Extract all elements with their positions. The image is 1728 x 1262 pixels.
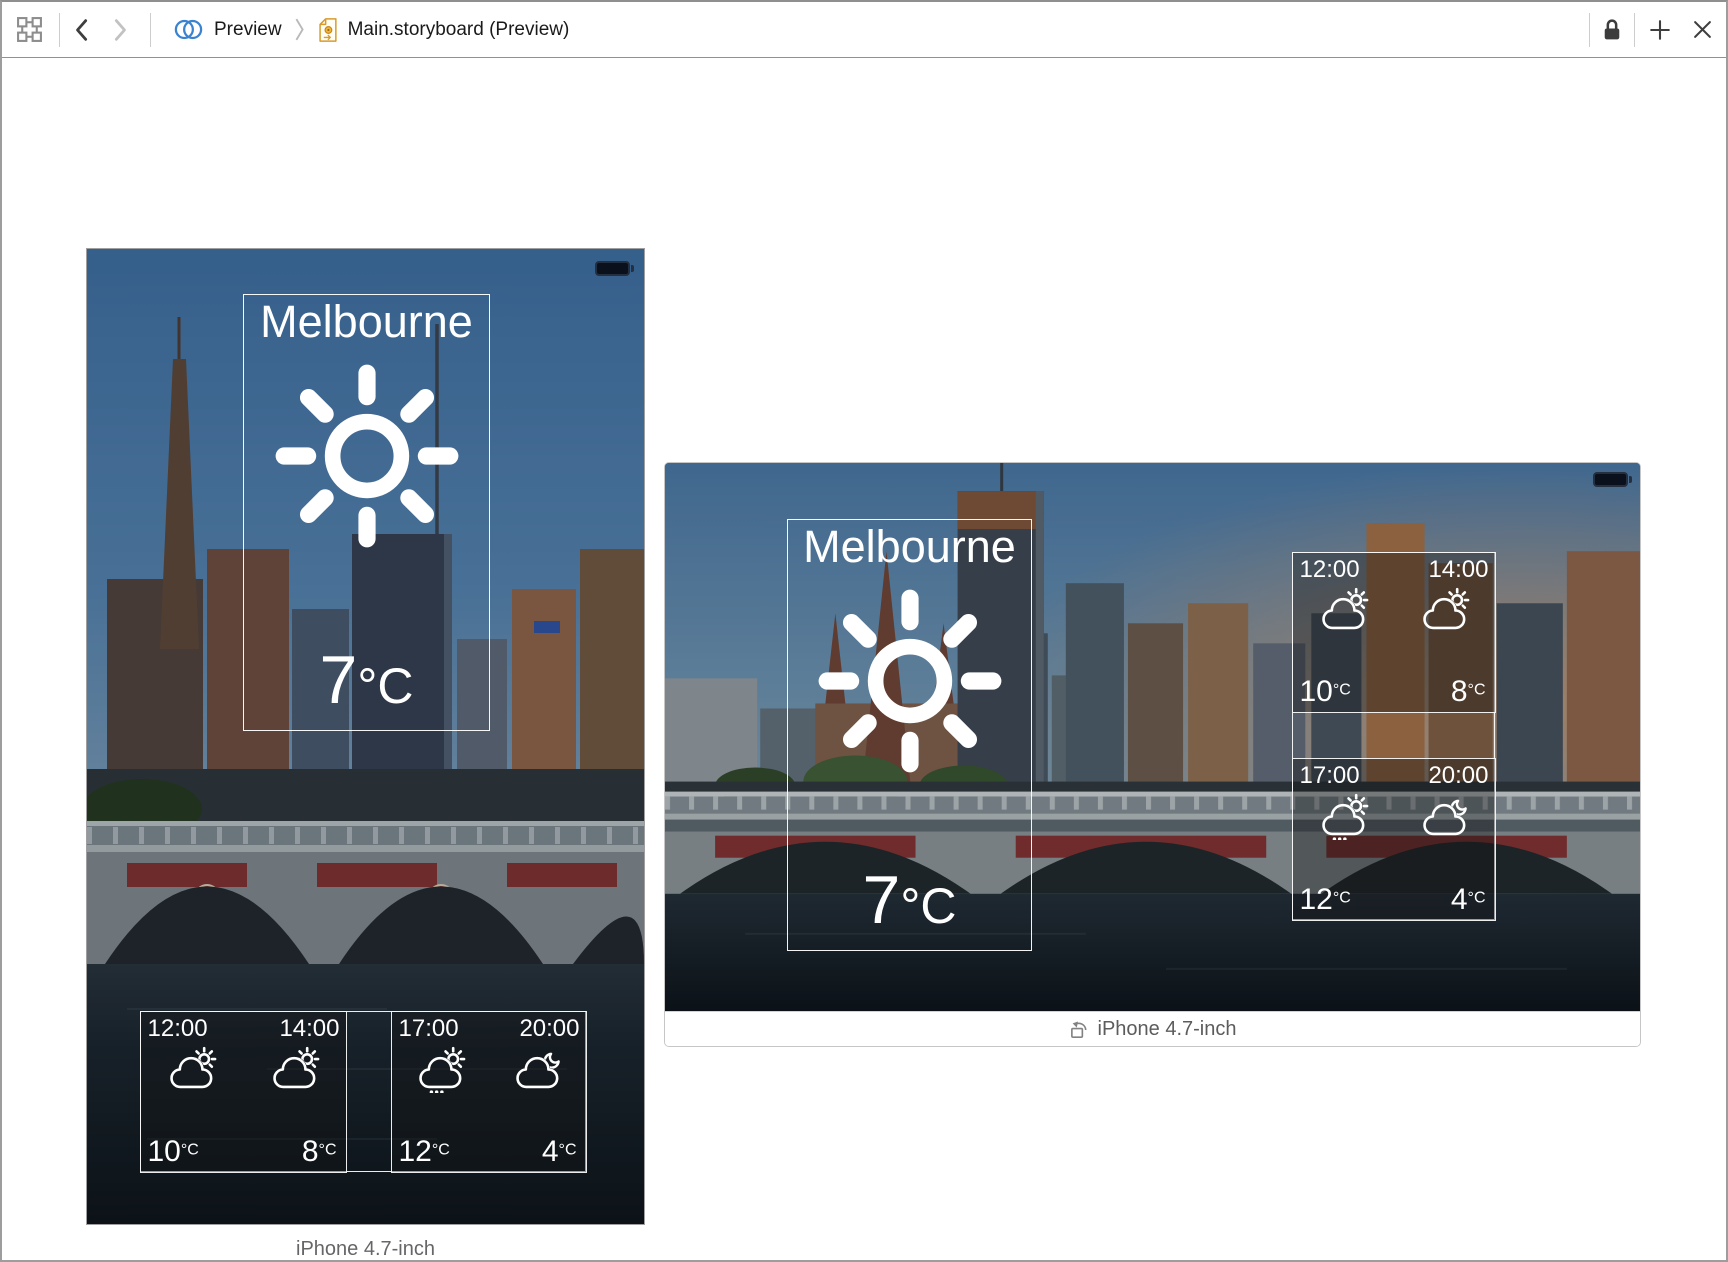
sun-cloud-icon bbox=[162, 1046, 222, 1093]
forecast-tile: 14:00 8°C bbox=[243, 1012, 346, 1172]
forecast-tile: 12:00 10°C bbox=[141, 1012, 244, 1172]
preview-assistant-button[interactable] bbox=[173, 16, 204, 43]
moon-cloud-icon bbox=[508, 1046, 568, 1093]
forecast-tile: 17:00 12°C bbox=[1293, 759, 1394, 920]
forecast-tile: 14:00 8°C bbox=[1394, 553, 1495, 712]
forecast-temp: 10°C bbox=[1300, 676, 1388, 708]
forward-button[interactable] bbox=[114, 18, 128, 42]
breadcrumb-document-label[interactable]: Main.storyboard (Preview) bbox=[348, 19, 570, 41]
city-label: Melbourne bbox=[803, 521, 1016, 573]
lock-button[interactable] bbox=[1602, 17, 1622, 43]
preview-canvas: Melbourne 7°C 12:00 10°C bbox=[2, 58, 1726, 1262]
related-items-button[interactable] bbox=[16, 16, 43, 43]
forecast-group: 12:00 10°C 14:00 8°C bbox=[1292, 552, 1496, 713]
xcode-preview-window: Preview Main.storyboard (Preview) bbox=[0, 0, 1728, 1262]
device-screen-landscape: Melbourne 7°C 12:00 10°C bbox=[665, 463, 1640, 1011]
rain-sun-cloud-icon bbox=[1314, 793, 1374, 840]
close-editor-button[interactable] bbox=[1693, 20, 1712, 39]
chevron-right-icon bbox=[114, 18, 128, 42]
venn-circles-icon bbox=[173, 16, 204, 43]
device-caption: iPhone 4.7-inch bbox=[86, 1238, 645, 1261]
storyboard-file-icon bbox=[317, 17, 338, 43]
forecast-time: 12:00 bbox=[1300, 556, 1388, 585]
preview-landscape: Melbourne 7°C 12:00 10°C bbox=[664, 462, 1641, 1047]
forecast-panel: 12:00 10°C 14:00 8°C 17:00 bbox=[140, 1011, 586, 1172]
current-temp: 7°C bbox=[320, 646, 414, 714]
forecast-time: 14:00 bbox=[250, 1015, 340, 1044]
forecast-tile: 20:00 4°C bbox=[1394, 759, 1495, 920]
lock-icon bbox=[1602, 17, 1622, 43]
rotate-device-icon[interactable] bbox=[1069, 1019, 1090, 1040]
forecast-group: 17:00 12°C 20:00 4°C bbox=[1292, 758, 1496, 921]
device-caption: iPhone 4.7-inch bbox=[1098, 1018, 1237, 1041]
rain-sun-cloud-icon bbox=[411, 1046, 471, 1093]
current-weather-box: Melbourne 7°C bbox=[243, 294, 490, 731]
forecast-time: 20:00 bbox=[1401, 762, 1489, 791]
device-caption-bar: iPhone 4.7-inch bbox=[665, 1011, 1640, 1046]
moon-cloud-icon bbox=[1415, 793, 1475, 840]
forecast-temp: 8°C bbox=[250, 1136, 340, 1168]
back-button[interactable] bbox=[74, 18, 88, 42]
forecast-group: 17:00 12°C 20:00 4°C bbox=[391, 1011, 587, 1173]
sun-cloud-icon bbox=[1314, 587, 1374, 634]
city-label: Melbourne bbox=[260, 296, 473, 348]
forecast-temp: 12°C bbox=[399, 1136, 483, 1168]
forecast-tile: 17:00 12°C bbox=[392, 1012, 489, 1172]
sun-cloud-icon bbox=[1415, 587, 1475, 634]
forecast-tile: 20:00 4°C bbox=[489, 1012, 586, 1172]
forecast-temp: 4°C bbox=[1401, 884, 1489, 916]
current-temp-unit: °C bbox=[900, 878, 956, 934]
plus-icon bbox=[1649, 19, 1671, 41]
forecast-temp: 4°C bbox=[496, 1136, 580, 1168]
current-temp-value: 7 bbox=[320, 642, 358, 718]
toolbar-separator bbox=[59, 13, 60, 47]
forecast-time: 17:00 bbox=[399, 1015, 483, 1044]
current-temp-value: 7 bbox=[863, 862, 901, 938]
editor-toolbar: Preview Main.storyboard (Preview) bbox=[2, 2, 1726, 58]
battery-icon bbox=[1593, 472, 1628, 487]
device-screen-portrait: Melbourne 7°C 12:00 10°C bbox=[86, 248, 645, 1225]
current-temp-unit: °C bbox=[357, 658, 413, 714]
forecast-temp: 12°C bbox=[1300, 884, 1388, 916]
forecast-time: 12:00 bbox=[148, 1015, 238, 1044]
sun-cloud-icon bbox=[265, 1046, 325, 1093]
preview-portrait: Melbourne 7°C 12:00 10°C bbox=[86, 248, 645, 1261]
current-temp: 7°C bbox=[863, 866, 957, 934]
breadcrumb-separator-icon bbox=[294, 16, 305, 43]
chevron-left-icon bbox=[74, 18, 88, 42]
forecast-time: 17:00 bbox=[1300, 762, 1388, 791]
forecast-temp: 10°C bbox=[148, 1136, 238, 1168]
toolbar-separator bbox=[1589, 13, 1590, 47]
toolbar-separator bbox=[1634, 13, 1635, 47]
forecast-temp: 8°C bbox=[1401, 676, 1489, 708]
sun-icon bbox=[267, 356, 467, 556]
breadcrumb-preview-label[interactable]: Preview bbox=[214, 19, 282, 41]
forecast-tile: 12:00 10°C bbox=[1293, 553, 1394, 712]
current-weather-box: Melbourne 7°C bbox=[787, 519, 1032, 951]
toolbar-separator bbox=[150, 13, 151, 47]
add-preview-button[interactable] bbox=[1649, 19, 1671, 41]
forecast-time: 14:00 bbox=[1401, 556, 1489, 585]
forecast-group: 12:00 10°C 14:00 8°C bbox=[140, 1011, 347, 1173]
close-icon bbox=[1693, 20, 1712, 39]
sun-icon bbox=[810, 581, 1010, 781]
battery-icon bbox=[595, 261, 630, 276]
forecast-panel: 12:00 10°C 14:00 8°C 17:00 bbox=[1292, 552, 1495, 920]
forecast-time: 20:00 bbox=[496, 1015, 580, 1044]
related-items-grid-icon bbox=[16, 16, 43, 43]
